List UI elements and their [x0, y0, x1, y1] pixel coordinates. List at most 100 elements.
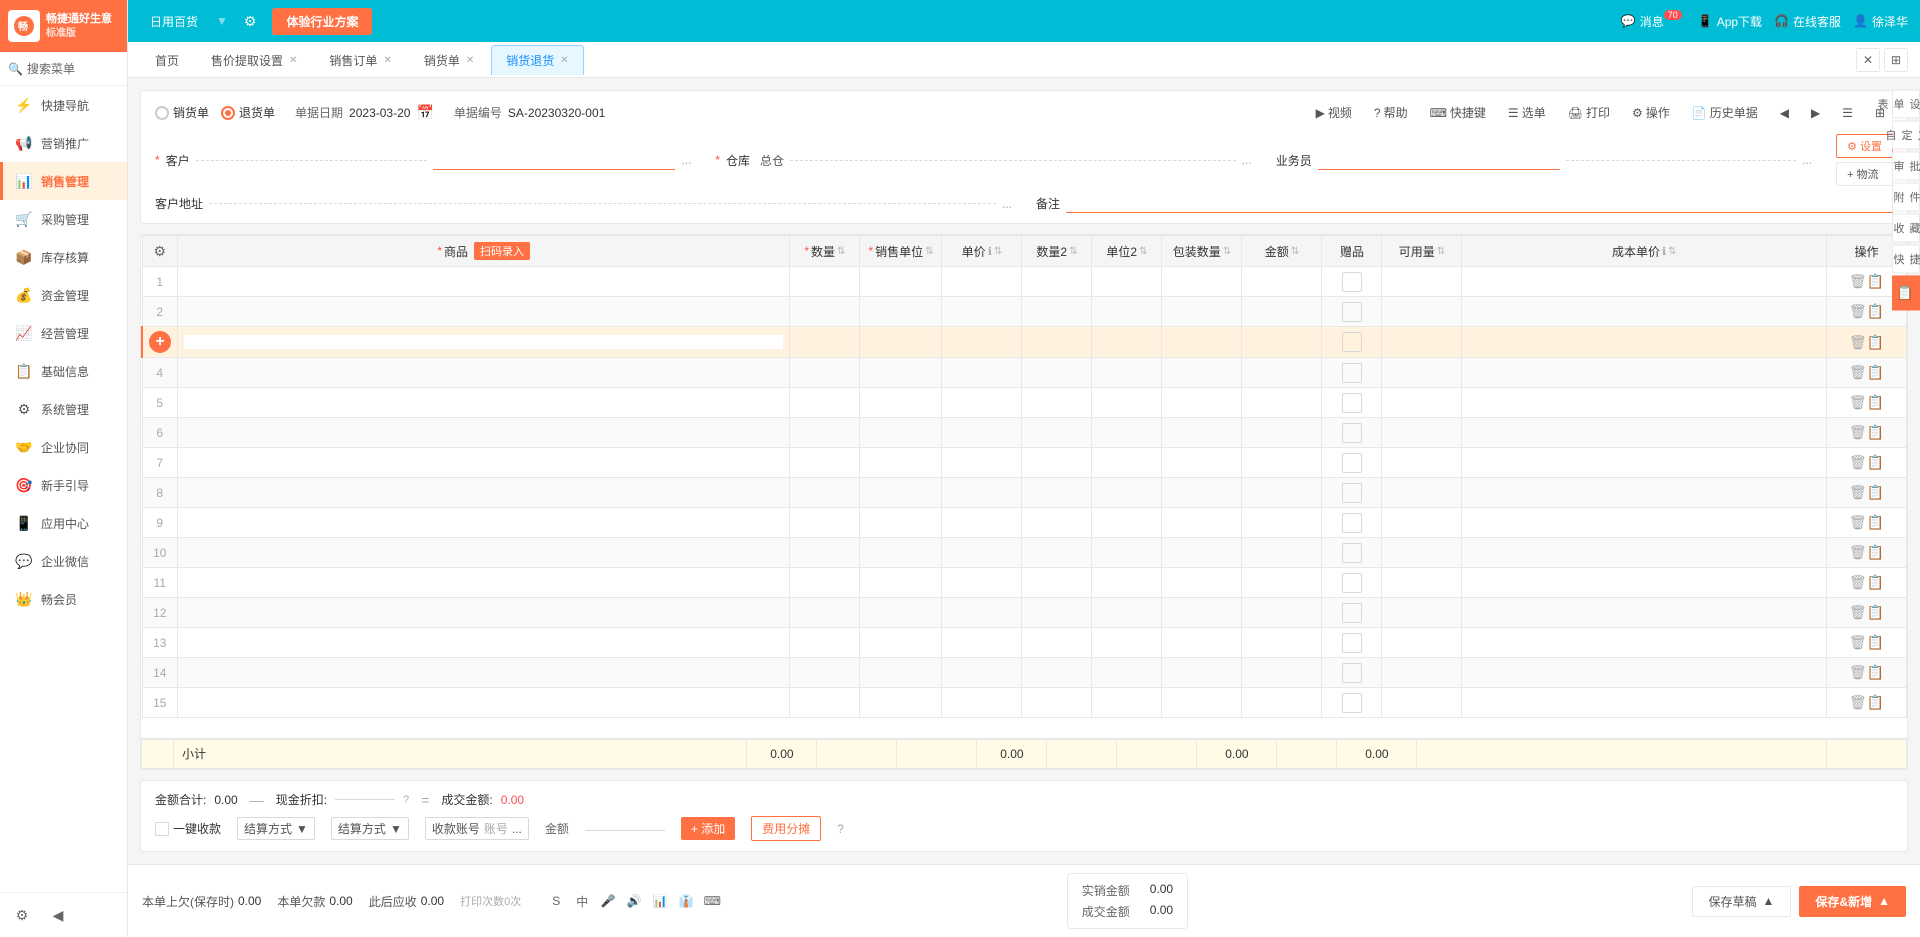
product-cell[interactable] [178, 658, 790, 688]
cost-price-cell[interactable] [1462, 688, 1827, 718]
unit-sort-icon[interactable]: ⇅ [925, 246, 933, 257]
radio-return[interactable]: 退货单 [221, 104, 275, 121]
product-cell[interactable] [178, 418, 790, 448]
product-cell[interactable] [178, 538, 790, 568]
unit-price-cell[interactable] [942, 658, 1022, 688]
pack-qty-cell[interactable] [1162, 538, 1242, 568]
pack-qty-cell[interactable] [1162, 358, 1242, 388]
unit-price-info-icon[interactable]: ℹ [988, 245, 992, 258]
gift-checkbox[interactable] [1342, 272, 1362, 292]
unit2-sort-icon[interactable]: ⇅ [1139, 246, 1147, 257]
available-cell[interactable] [1382, 388, 1462, 418]
pack-qty-cell[interactable] [1162, 508, 1242, 538]
qty-cell[interactable] [790, 538, 860, 568]
nav-prev-btn[interactable]: ◀ [1772, 101, 1797, 124]
gift-cell[interactable] [1322, 418, 1382, 448]
copy-icon[interactable]: 📋 [1867, 454, 1884, 470]
copy-icon[interactable]: 📋 [1867, 664, 1884, 680]
account-dotted-btn[interactable]: ... [512, 822, 522, 836]
gift-checkbox[interactable] [1342, 483, 1362, 503]
qty-cell[interactable] [790, 358, 860, 388]
gift-cell[interactable] [1322, 358, 1382, 388]
save-draft-btn[interactable]: 保存草稿 ▲ [1692, 886, 1792, 917]
delete-icon[interactable]: 🗑 [1849, 694, 1867, 710]
amount-cell[interactable] [1242, 568, 1322, 598]
logistics-btn[interactable]: + 物流 [1836, 162, 1893, 186]
unit-cell[interactable] [860, 538, 942, 568]
gift-checkbox[interactable] [1342, 573, 1362, 593]
copy-icon[interactable]: 📋 [1867, 334, 1884, 350]
expense-btn[interactable]: 费用分摊 [751, 816, 821, 841]
sougou-icon[interactable]: S [545, 890, 567, 912]
customer-input[interactable] [433, 151, 676, 170]
unit-price-cell[interactable] [942, 598, 1022, 628]
qty-cell[interactable] [790, 267, 860, 297]
copy-icon[interactable]: 📋 [1867, 634, 1884, 650]
unit-cell[interactable] [860, 297, 942, 327]
qty2-cell[interactable] [1022, 508, 1092, 538]
sidebar-item-sales[interactable]: 📊 销售管理 [0, 162, 127, 200]
pack-qty-cell[interactable] [1162, 267, 1242, 297]
nav-next-btn[interactable]: ▶ [1803, 101, 1828, 124]
addr-dotted-btn[interactable]: ... [1002, 197, 1012, 211]
gift-checkbox[interactable] [1342, 693, 1362, 713]
audit-btn[interactable]: 审批 [1892, 151, 1920, 180]
unit2-cell[interactable] [1092, 688, 1162, 718]
qty2-cell[interactable] [1022, 478, 1092, 508]
sidebar-item-wechat[interactable]: 💬 企业微信 [0, 542, 127, 580]
tab-close-sales-order[interactable]: ✕ [383, 55, 391, 66]
available-cell[interactable] [1382, 628, 1462, 658]
unit2-cell[interactable] [1092, 478, 1162, 508]
unit2-cell[interactable] [1092, 388, 1162, 418]
message-btn[interactable]: 💬 消息 70 [1621, 13, 1686, 30]
copy-icon[interactable]: 📋 [1867, 574, 1884, 590]
product-cell[interactable] [178, 628, 790, 658]
unit-price-cell[interactable] [942, 448, 1022, 478]
shortcut-float-btn[interactable]: 快捷 [1892, 244, 1920, 273]
sidebar-item-operations[interactable]: 📈 经营管理 [0, 314, 127, 352]
unit-price-cell[interactable] [942, 267, 1022, 297]
tab-close-sales-return[interactable]: ✕ [560, 55, 568, 66]
qty2-cell[interactable] [1022, 327, 1092, 358]
gift-checkbox[interactable] [1342, 302, 1362, 322]
amount-cell[interactable] [1242, 358, 1322, 388]
one-click-pay-label[interactable]: 一键收款 [155, 820, 221, 837]
salesperson-input[interactable] [1318, 151, 1560, 170]
amount-cell[interactable] [1242, 688, 1322, 718]
amount-input[interactable] [585, 826, 665, 831]
copy-icon[interactable]: 📋 [1867, 604, 1884, 620]
copy-icon[interactable]: 📋 [1867, 514, 1884, 530]
pack-qty-cell[interactable] [1162, 388, 1242, 418]
unit-price-sort-icon[interactable]: ⇅ [994, 246, 1002, 257]
amount-cell[interactable] [1242, 598, 1322, 628]
tab-close-sales-delivery[interactable]: ✕ [466, 55, 474, 66]
gift-checkbox[interactable] [1342, 332, 1362, 352]
gift-cell[interactable] [1322, 478, 1382, 508]
qty2-cell[interactable] [1022, 598, 1092, 628]
collapse-btn[interactable]: ◀ [44, 901, 72, 929]
unit-price-cell[interactable] [942, 327, 1022, 358]
gift-cell[interactable] [1322, 327, 1382, 358]
salesperson-dotted-btn[interactable]: ... [1802, 153, 1812, 167]
unit-price-cell[interactable] [942, 388, 1022, 418]
account-select[interactable]: 收款账号 账号 ... [425, 817, 529, 840]
copy-icon[interactable]: 📋 [1867, 424, 1884, 440]
cost-price-sort-icon[interactable]: ⇅ [1668, 246, 1676, 257]
available-cell[interactable] [1382, 478, 1462, 508]
tab-sales-return[interactable]: 销货退货 ✕ [491, 45, 583, 75]
available-cell[interactable] [1382, 658, 1462, 688]
sidebar-item-inventory[interactable]: 📦 库存核算 [0, 238, 127, 276]
unit-cell[interactable] [860, 568, 942, 598]
cost-price-cell[interactable] [1462, 538, 1827, 568]
tab-sales-delivery[interactable]: 销货单 ✕ [409, 45, 489, 75]
cost-price-cell[interactable] [1462, 508, 1827, 538]
delete-icon[interactable]: 🗑 [1849, 544, 1867, 560]
gear-icon[interactable]: ⚙ [153, 243, 166, 259]
gift-checkbox[interactable] [1342, 393, 1362, 413]
qty-cell[interactable] [790, 628, 860, 658]
print-btn[interactable]: 🖨 打印 [1560, 101, 1618, 124]
product-cell[interactable] [178, 688, 790, 718]
tab-price-setting[interactable]: 售价提取设置 ✕ [196, 45, 312, 75]
radio-sales[interactable]: 销货单 [155, 104, 209, 121]
product-cell[interactable] [178, 598, 790, 628]
